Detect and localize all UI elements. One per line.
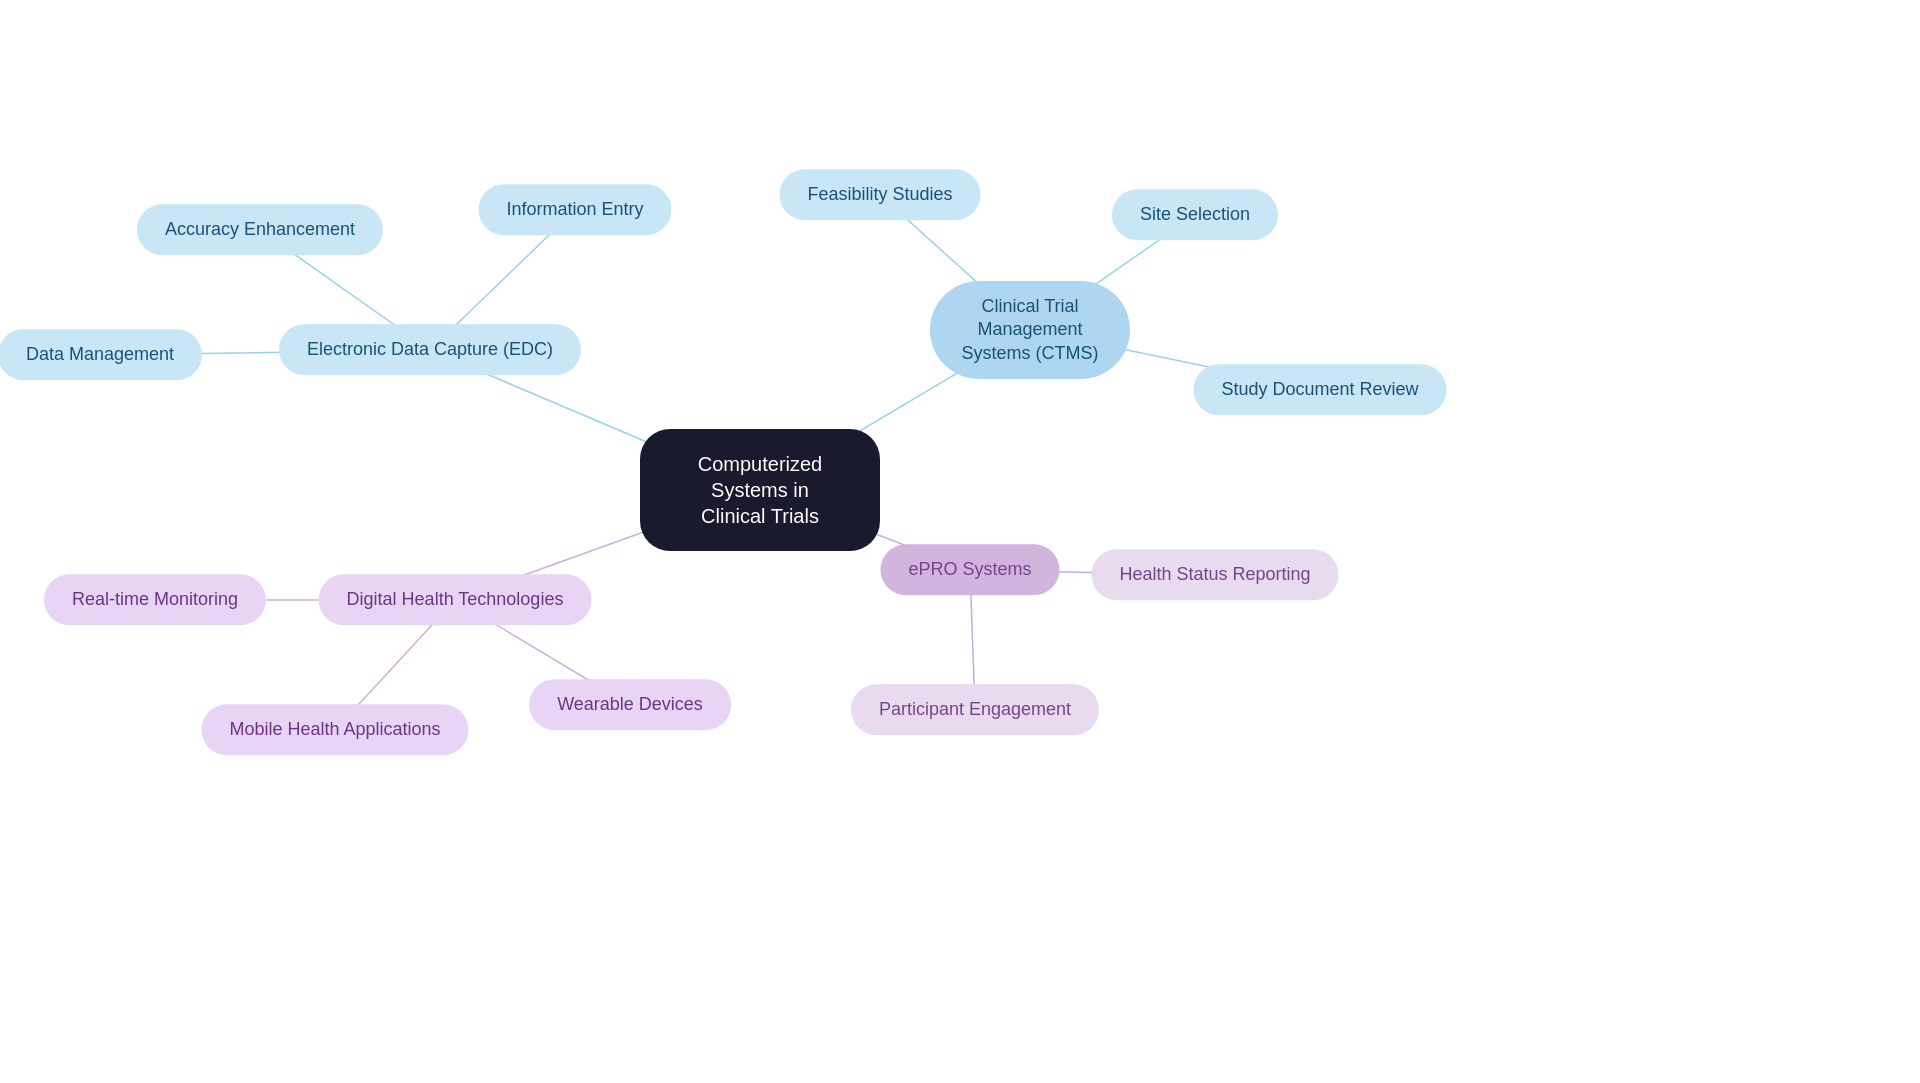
node-health-status[interactable]: Health Status Reporting bbox=[1091, 549, 1338, 600]
node-epro[interactable]: ePRO Systems bbox=[880, 544, 1059, 595]
node-dht[interactable]: Digital Health Technologies bbox=[319, 574, 592, 625]
node-site-selection[interactable]: Site Selection bbox=[1112, 189, 1278, 240]
node-wearable[interactable]: Wearable Devices bbox=[529, 679, 731, 730]
node-feasibility[interactable]: Feasibility Studies bbox=[779, 169, 980, 220]
center-node[interactable]: Computerized Systems in Clinical Trials bbox=[640, 429, 880, 551]
node-ctms[interactable]: Clinical Trial Management Systems (CTMS) bbox=[930, 281, 1130, 379]
node-mobile-health[interactable]: Mobile Health Applications bbox=[201, 704, 468, 755]
mind-map: Computerized Systems in Clinical Trials E… bbox=[0, 0, 1920, 1083]
node-participant[interactable]: Participant Engagement bbox=[851, 684, 1099, 735]
node-accuracy[interactable]: Accuracy Enhancement bbox=[137, 204, 383, 255]
node-realtime[interactable]: Real-time Monitoring bbox=[44, 574, 266, 625]
node-info-entry[interactable]: Information Entry bbox=[478, 184, 671, 235]
node-edc[interactable]: Electronic Data Capture (EDC) bbox=[279, 324, 581, 375]
node-study-doc[interactable]: Study Document Review bbox=[1193, 364, 1446, 415]
node-data-mgmt[interactable]: Data Management bbox=[0, 329, 202, 380]
connections-svg bbox=[0, 0, 1920, 1083]
